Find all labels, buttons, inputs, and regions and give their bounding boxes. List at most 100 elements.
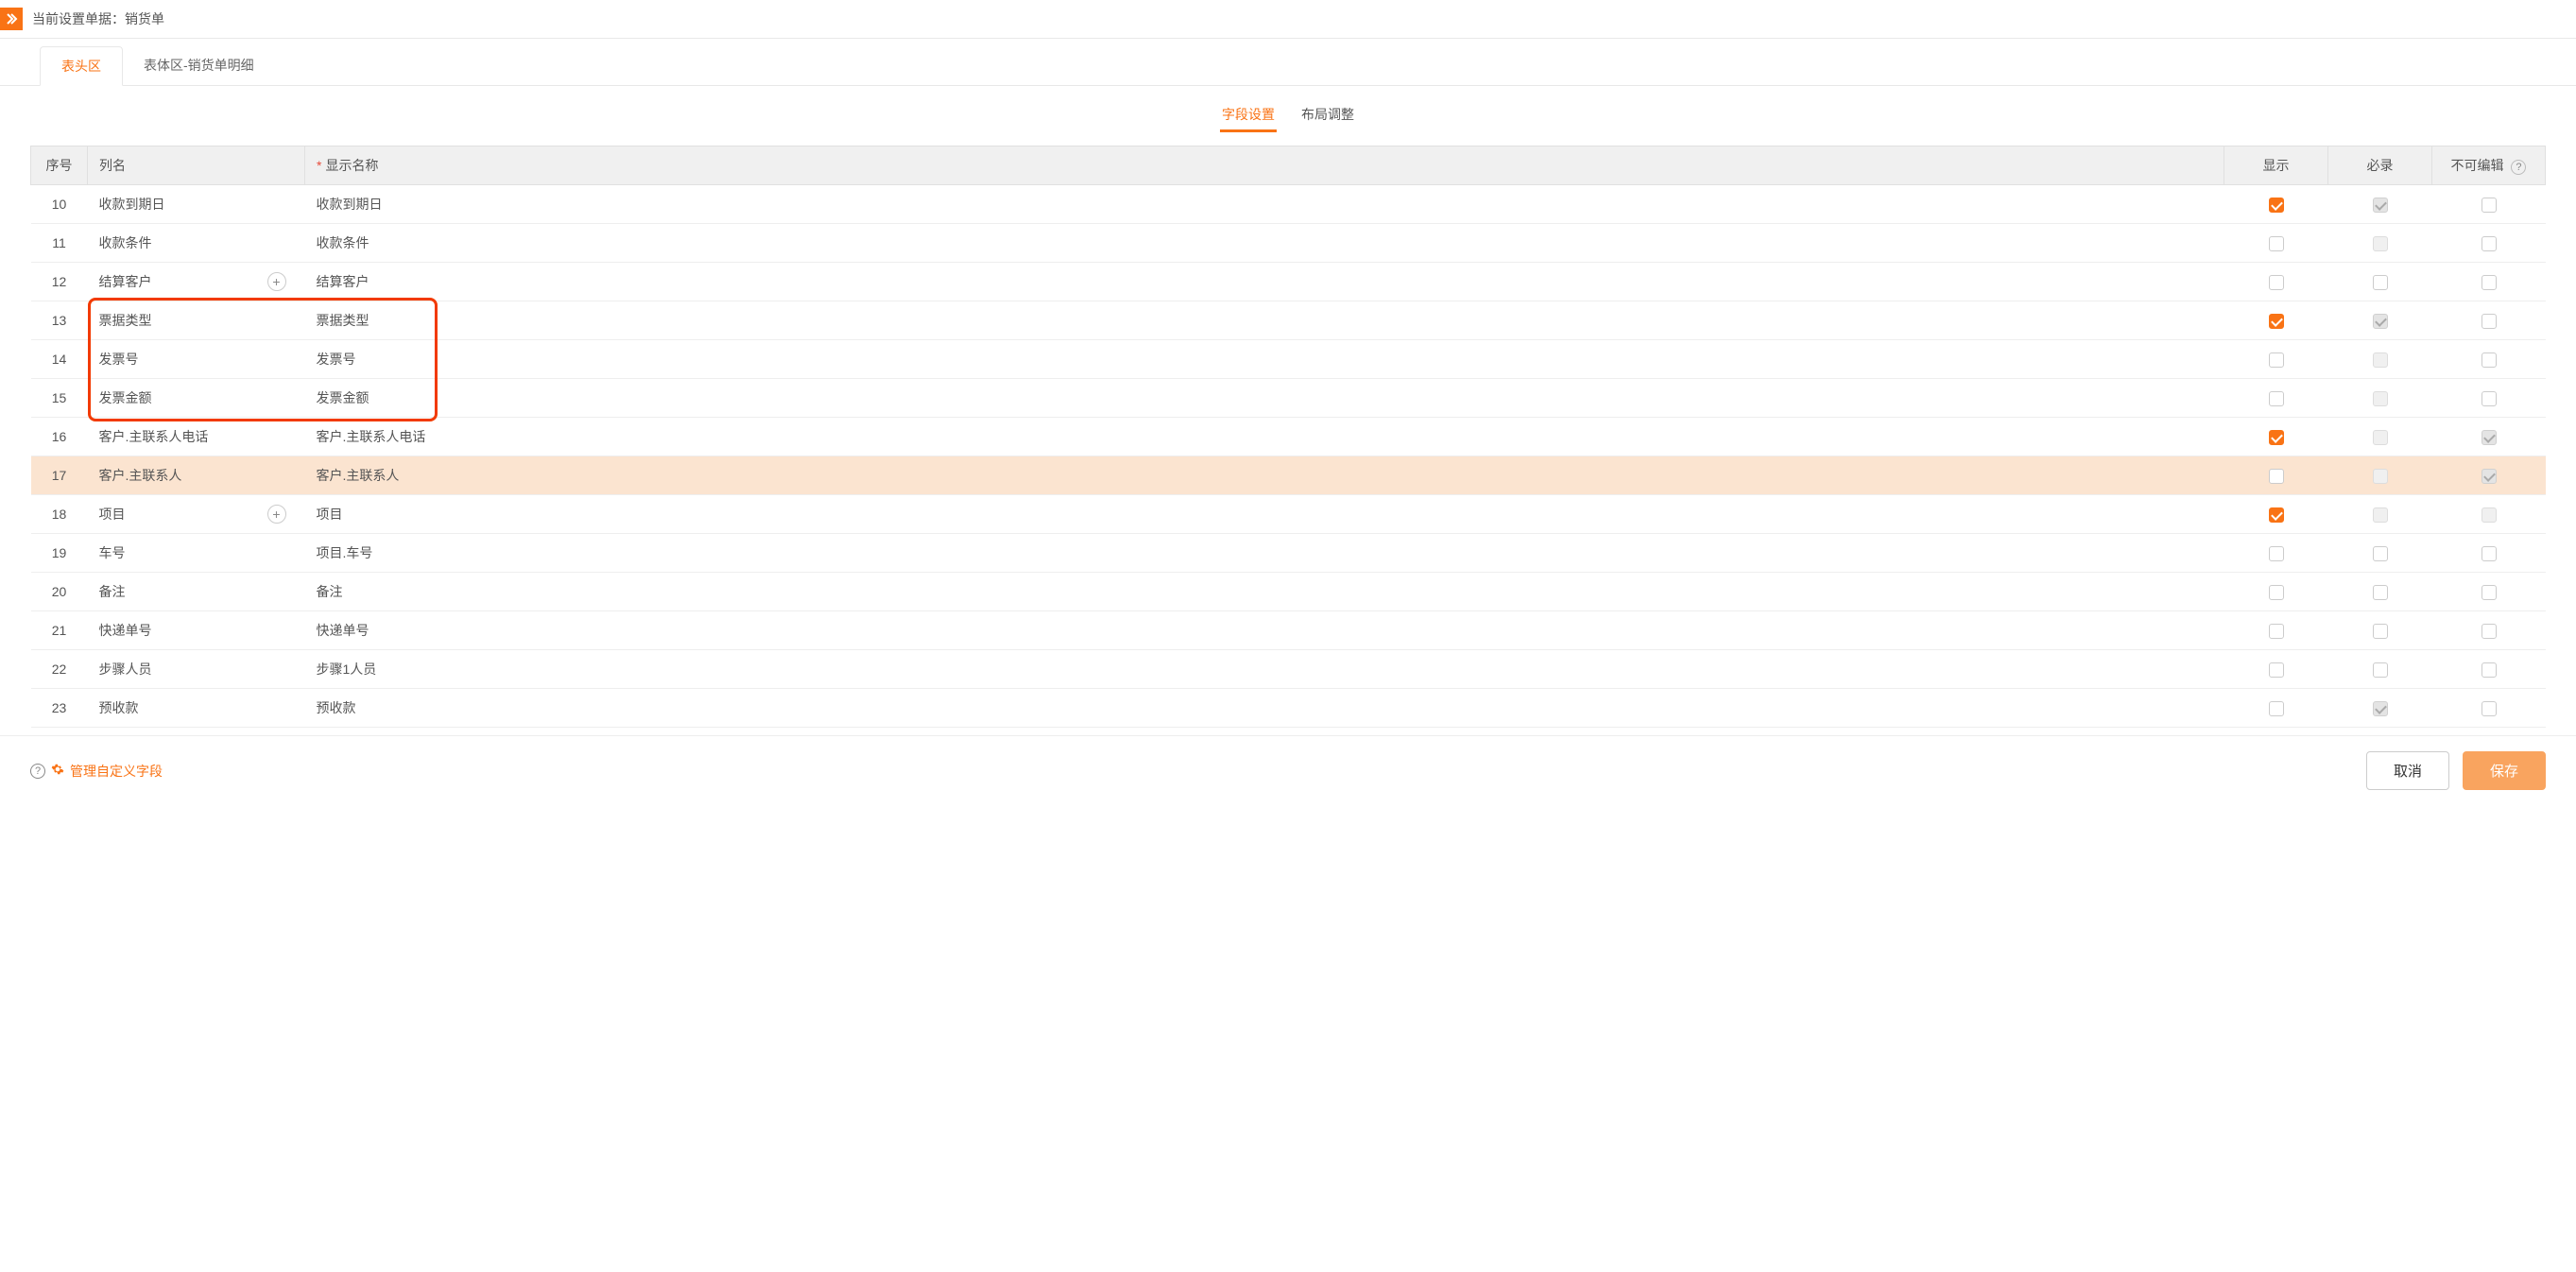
row-display-name[interactable]: 票据类型 — [305, 301, 2224, 340]
row-display-name[interactable]: 结算客户 — [305, 263, 2224, 301]
show-checkbox[interactable] — [2269, 430, 2284, 445]
row-seq: 23 — [31, 689, 88, 728]
page-title: 当前设置单据：销货单 — [32, 9, 164, 28]
row-required-cell — [2328, 340, 2432, 379]
readonly-checkbox[interactable] — [2482, 701, 2497, 716]
save-button[interactable]: 保存 — [2463, 751, 2546, 790]
table-row: 14发票号发票号 — [31, 340, 2546, 379]
required-checkbox[interactable] — [2373, 585, 2388, 600]
row-show-cell — [2224, 263, 2328, 301]
row-column-name: 客户.主联系人电话 — [88, 418, 305, 456]
row-column-name: 车号 — [88, 534, 305, 573]
footer-bar: ? 管理自定义字段 取消 保存 — [0, 735, 2576, 805]
cancel-button[interactable]: 取消 — [2366, 751, 2449, 790]
readonly-checkbox[interactable] — [2482, 236, 2497, 251]
required-checkbox[interactable] — [2373, 275, 2388, 290]
sub-tabs: 字段设置 布局调整 — [0, 86, 2576, 146]
readonly-checkbox[interactable] — [2482, 352, 2497, 368]
required-checkbox[interactable] — [2373, 546, 2388, 561]
row-column-name: 票据类型 — [88, 301, 305, 340]
table-row: 20备注备注 — [31, 573, 2546, 611]
row-display-name[interactable]: 客户.主联系人电话 — [305, 418, 2224, 456]
readonly-checkbox[interactable] — [2482, 275, 2497, 290]
help-icon[interactable]: ? — [2511, 160, 2526, 175]
row-display-name[interactable]: 发票金额 — [305, 379, 2224, 418]
row-display-name[interactable]: 收款到期日 — [305, 185, 2224, 224]
row-readonly-cell — [2432, 534, 2546, 573]
plus-icon[interactable]: + — [267, 505, 286, 524]
readonly-checkbox[interactable] — [2482, 662, 2497, 678]
row-display-name[interactable]: 快递单号 — [305, 611, 2224, 650]
row-seq: 14 — [31, 340, 88, 379]
show-checkbox[interactable] — [2269, 585, 2284, 600]
required-checkbox — [2373, 391, 2388, 406]
readonly-checkbox — [2482, 507, 2497, 523]
row-show-cell — [2224, 340, 2328, 379]
row-readonly-cell — [2432, 456, 2546, 495]
row-display-name[interactable]: 项目.车号 — [305, 534, 2224, 573]
show-checkbox[interactable] — [2269, 546, 2284, 561]
show-checkbox[interactable] — [2269, 662, 2284, 678]
plus-icon[interactable]: + — [267, 272, 286, 291]
row-display-name[interactable]: 收款条件 — [305, 224, 2224, 263]
show-checkbox[interactable] — [2269, 236, 2284, 251]
show-checkbox[interactable] — [2269, 701, 2284, 716]
show-checkbox[interactable] — [2269, 469, 2284, 484]
tab-body-area[interactable]: 表体区-销货单明细 — [123, 46, 275, 85]
row-show-cell — [2224, 379, 2328, 418]
manage-custom-fields-link[interactable]: 管理自定义字段 — [70, 762, 163, 781]
show-checkbox[interactable] — [2269, 314, 2284, 329]
field-settings-table: 序号 列名 *显示名称 显示 必录 不可编辑 ? 10收款到期日收款到期日11收… — [30, 146, 2546, 728]
question-icon[interactable]: ? — [30, 764, 45, 779]
table-row: 23预收款预收款 — [31, 689, 2546, 728]
readonly-checkbox[interactable] — [2482, 314, 2497, 329]
row-required-cell — [2328, 689, 2432, 728]
show-checkbox[interactable] — [2269, 624, 2284, 639]
readonly-checkbox[interactable] — [2482, 624, 2497, 639]
readonly-checkbox[interactable] — [2482, 546, 2497, 561]
col-header-show: 显示 — [2224, 146, 2328, 185]
row-display-name[interactable]: 客户.主联系人 — [305, 456, 2224, 495]
tab-header-area[interactable]: 表头区 — [40, 46, 123, 86]
show-checkbox[interactable] — [2269, 275, 2284, 290]
subtab-field-settings[interactable]: 字段设置 — [1220, 99, 1277, 132]
readonly-checkbox[interactable] — [2482, 391, 2497, 406]
expand-panel-button[interactable] — [0, 8, 23, 30]
row-display-name[interactable]: 步骤1人员 — [305, 650, 2224, 689]
show-checkbox[interactable] — [2269, 391, 2284, 406]
row-seq: 21 — [31, 611, 88, 650]
row-readonly-cell — [2432, 650, 2546, 689]
row-display-name[interactable]: 项目 — [305, 495, 2224, 534]
subtab-layout[interactable]: 布局调整 — [1299, 99, 1356, 132]
row-show-cell — [2224, 573, 2328, 611]
row-required-cell — [2328, 263, 2432, 301]
readonly-checkbox[interactable] — [2482, 585, 2497, 600]
show-checkbox[interactable] — [2269, 507, 2284, 523]
row-display-name[interactable]: 发票号 — [305, 340, 2224, 379]
gear-icon — [51, 763, 64, 779]
required-checkbox — [2373, 701, 2388, 716]
readonly-checkbox[interactable] — [2482, 198, 2497, 213]
row-readonly-cell — [2432, 379, 2546, 418]
row-show-cell — [2224, 689, 2328, 728]
row-seq: 10 — [31, 185, 88, 224]
row-required-cell — [2328, 650, 2432, 689]
table-row: 10收款到期日收款到期日 — [31, 185, 2546, 224]
col-header-required: 必录 — [2328, 146, 2432, 185]
row-show-cell — [2224, 185, 2328, 224]
required-checkbox[interactable] — [2373, 662, 2388, 678]
row-readonly-cell — [2432, 185, 2546, 224]
row-column-name: 发票号 — [88, 340, 305, 379]
row-show-cell — [2224, 495, 2328, 534]
row-seq: 18 — [31, 495, 88, 534]
required-checkbox[interactable] — [2373, 624, 2388, 639]
required-checkbox — [2373, 352, 2388, 368]
row-display-name[interactable]: 备注 — [305, 573, 2224, 611]
readonly-checkbox — [2482, 430, 2497, 445]
row-display-name[interactable]: 预收款 — [305, 689, 2224, 728]
row-seq: 15 — [31, 379, 88, 418]
show-checkbox[interactable] — [2269, 352, 2284, 368]
show-checkbox[interactable] — [2269, 198, 2284, 213]
required-checkbox — [2373, 469, 2388, 484]
col-header-seq: 序号 — [31, 146, 88, 185]
